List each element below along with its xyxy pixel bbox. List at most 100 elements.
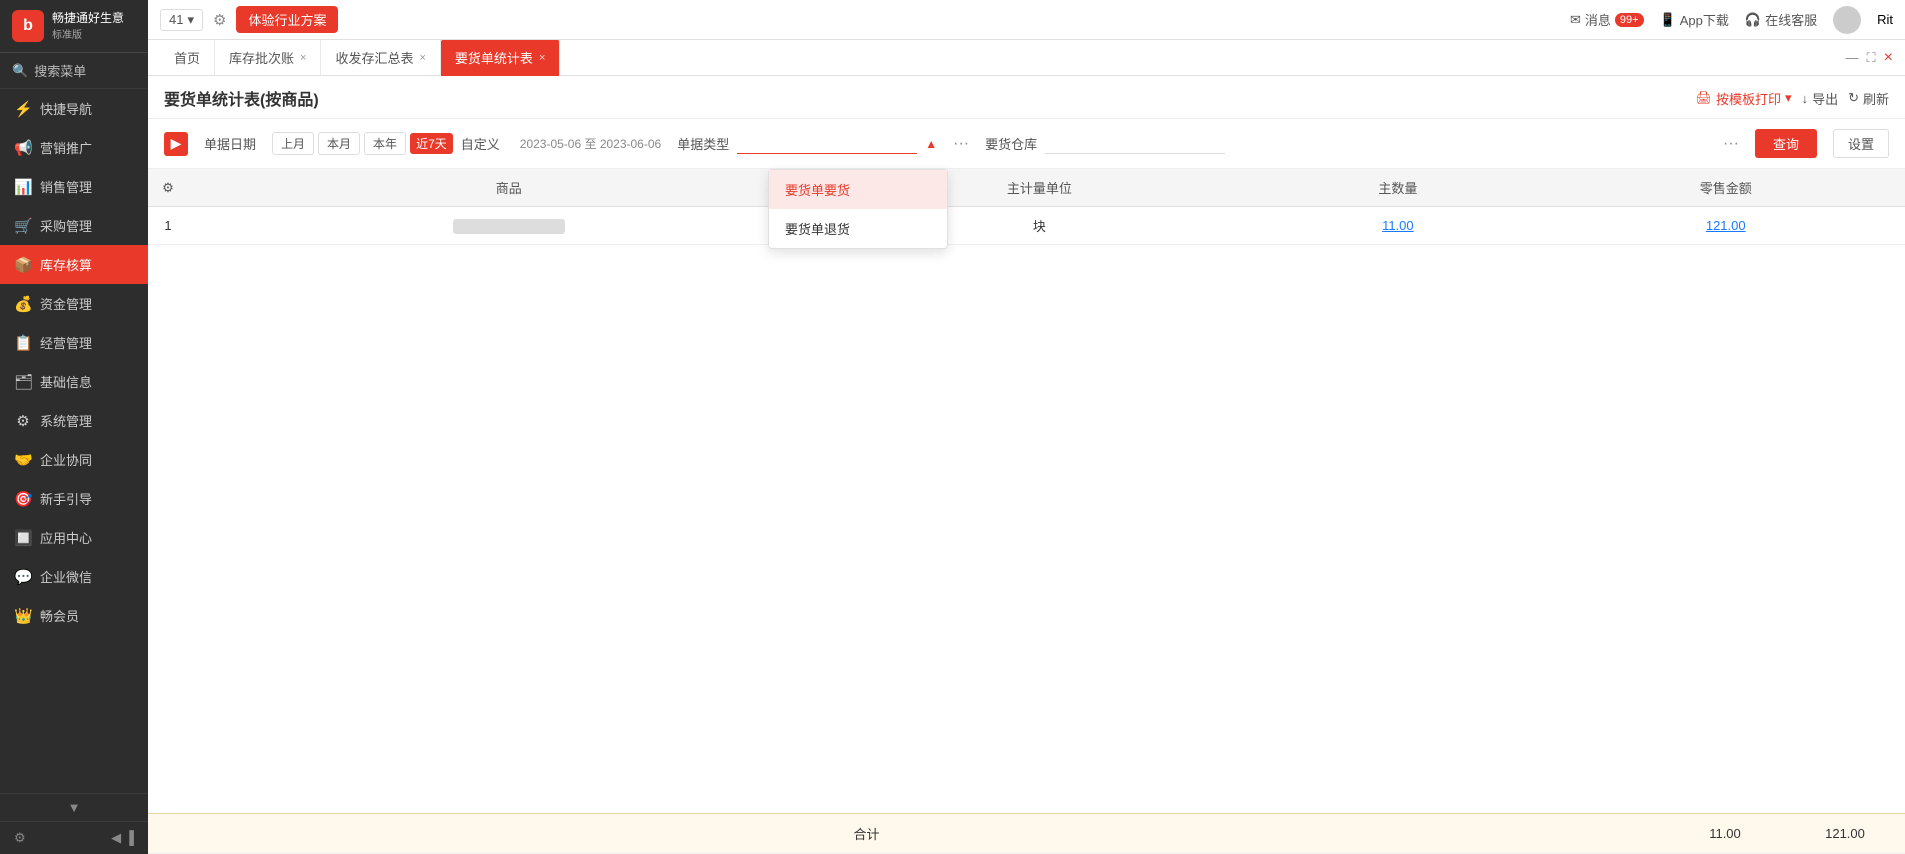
inventory-icon: 📦 bbox=[14, 256, 32, 274]
sidebar-item-marketing[interactable]: 📢 营销推广 bbox=[0, 128, 148, 167]
tab-collect-report[interactable]: 收发存汇总表 × bbox=[321, 40, 440, 76]
sidebar-item-basic[interactable]: 🗂 基础信息 bbox=[0, 362, 148, 401]
sidebar-item-guide[interactable]: 🎯 新手引导 bbox=[0, 479, 148, 518]
trial-button[interactable]: 体验行业方案 bbox=[236, 6, 338, 33]
window-controls: — ⛶ × bbox=[1846, 49, 1893, 67]
settings-button[interactable]: 设置 bbox=[1833, 129, 1889, 158]
app-download-button[interactable]: 📱 App下载 bbox=[1660, 10, 1729, 29]
col-settings[interactable]: ⚙ bbox=[148, 169, 188, 207]
data-table: ⚙ 商品 主计量单位 主数量 零售金额 1 商品名称 块 11.00 bbox=[148, 169, 1905, 245]
recent-7-days-badge[interactable]: 近7天 bbox=[410, 133, 453, 154]
maximize-icon[interactable]: ⛶ bbox=[1867, 50, 1876, 66]
summary-amount: 121.00 bbox=[1785, 814, 1905, 854]
col-product: 商品 bbox=[188, 169, 829, 207]
summary-spacer bbox=[148, 814, 188, 854]
col-amount: 零售金额 bbox=[1546, 169, 1905, 207]
avatar[interactable] bbox=[1833, 6, 1861, 34]
tab-order-stat[interactable]: 要货单统计表 × bbox=[441, 40, 560, 76]
dropdown-item-return[interactable]: 要货单退货 bbox=[769, 209, 947, 248]
messages-button[interactable]: ✉ 消息 99+ bbox=[1570, 10, 1644, 29]
page-header: 要货单统计表(按商品) 🖨 按模板打印 ▾ ↓ 导出 ↻ 刷新 bbox=[148, 76, 1905, 119]
print-icon: 🖨 bbox=[1696, 90, 1713, 106]
tab-home-label: 首页 bbox=[174, 48, 200, 67]
tabs-bar: 首页 库存批次账 × 收发存汇总表 × 要货单统计表 × — ⛶ × bbox=[148, 40, 1905, 76]
this-month-button[interactable]: 本月 bbox=[318, 132, 360, 155]
tab-home[interactable]: 首页 bbox=[160, 40, 215, 76]
sidebar-footer: ⚙ ◀ ▐ bbox=[0, 821, 148, 854]
enterprise-icon: 🤝 bbox=[14, 451, 32, 469]
summary-quantity: 11.00 bbox=[1665, 814, 1785, 854]
sidebar-nav: ⚡ 快捷导航 📢 营销推广 📊 销售管理 🛒 采购管理 📦 库存核算 💰 资金管… bbox=[0, 89, 148, 793]
col-quantity: 主数量 bbox=[1249, 169, 1546, 207]
export-button[interactable]: ↓ 导出 bbox=[1802, 89, 1839, 108]
warehouse-filter-input[interactable] bbox=[1045, 134, 1225, 154]
filter-toggle-button[interactable]: ▶ bbox=[164, 132, 188, 156]
sidebar-scroll-down[interactable]: ▼ bbox=[0, 793, 148, 821]
warehouse-filter-label: 要货仓库 bbox=[985, 134, 1037, 153]
sidebar-search[interactable]: 🔍 搜索菜单 bbox=[0, 53, 148, 89]
settings-icon[interactable]: ⚙ bbox=[14, 830, 26, 846]
type-filter-input[interactable] bbox=[737, 134, 917, 154]
sidebar-item-purchase[interactable]: 🛒 采购管理 bbox=[0, 206, 148, 245]
cell-amount[interactable]: 121.00 bbox=[1546, 207, 1905, 245]
more-filters-icon[interactable]: ··· bbox=[953, 135, 969, 153]
refresh-icon: ↻ bbox=[1848, 90, 1859, 106]
message-icon: ✉ bbox=[1570, 12, 1581, 28]
close-icon[interactable]: × bbox=[1884, 49, 1893, 67]
sidebar-item-sales[interactable]: 📊 销售管理 bbox=[0, 167, 148, 206]
sales-icon: 📊 bbox=[14, 178, 32, 196]
date-buttons: 上月 本月 本年 近7天 自定义 bbox=[272, 132, 500, 155]
sidebar-item-appstore[interactable]: 🔲 应用中心 bbox=[0, 518, 148, 557]
sidebar-item-label: 新手引导 bbox=[40, 489, 92, 508]
sidebar-item-wechat[interactable]: 💬 企业微信 bbox=[0, 557, 148, 596]
print-button[interactable]: 🖨 按模板打印 ▾ bbox=[1696, 89, 1792, 108]
system-icon: ⚙ bbox=[14, 412, 32, 430]
sidebar-item-system[interactable]: ⚙ 系统管理 bbox=[0, 401, 148, 440]
dropdown-item-order[interactable]: 要货单要货 bbox=[769, 170, 947, 209]
cell-quantity[interactable]: 11.00 bbox=[1249, 207, 1546, 245]
summary-table: 合计 11.00 121.00 bbox=[148, 813, 1905, 854]
tab-batch-account[interactable]: 库存批次账 × bbox=[215, 40, 321, 76]
headset-icon: 🎧 bbox=[1745, 12, 1761, 28]
sidebar-item-label: 基础信息 bbox=[40, 372, 92, 391]
summary-label: 合计 bbox=[188, 814, 1545, 854]
purchase-icon: 🛒 bbox=[14, 217, 32, 235]
sidebar-item-operation[interactable]: 📋 经营管理 bbox=[0, 323, 148, 362]
warehouse-filter-group: 要货仓库 bbox=[985, 134, 1225, 154]
cell-seq: 1 bbox=[148, 207, 188, 245]
sidebar-item-label: 经营管理 bbox=[40, 333, 92, 352]
cell-product: 商品名称 bbox=[188, 207, 829, 245]
sidebar-item-enterprise[interactable]: 🤝 企业协同 bbox=[0, 440, 148, 479]
messages-label: 消息 bbox=[1585, 10, 1611, 29]
topbar-gear-icon[interactable]: ⚙ bbox=[213, 11, 226, 29]
sidebar-item-label: 畅会员 bbox=[40, 606, 79, 625]
collapse-icon[interactable]: ◀ ▐ bbox=[111, 830, 134, 846]
messages-badge: 99+ bbox=[1615, 13, 1644, 27]
custom-date-button[interactable]: 自定义 bbox=[461, 134, 500, 153]
sidebar-item-label: 快捷导航 bbox=[40, 99, 92, 118]
brand-sub: 标准版 bbox=[52, 26, 124, 41]
tab-batch-account-close[interactable]: × bbox=[300, 52, 306, 64]
query-button[interactable]: 查询 bbox=[1755, 129, 1817, 158]
sidebar-item-finance[interactable]: 💰 资金管理 bbox=[0, 284, 148, 323]
refresh-button[interactable]: ↻ 刷新 bbox=[1848, 89, 1889, 108]
sidebar-item-quick-nav[interactable]: ⚡ 快捷导航 bbox=[0, 89, 148, 128]
last-month-button[interactable]: 上月 bbox=[272, 132, 314, 155]
date-range-display: 2023-05-06 至 2023-06-06 bbox=[520, 135, 661, 152]
appstore-icon: 🔲 bbox=[14, 529, 32, 547]
minimize-icon[interactable]: — bbox=[1846, 50, 1859, 65]
sidebar-item-vip[interactable]: 👑 畅会员 bbox=[0, 596, 148, 635]
sidebar-item-inventory[interactable]: 📦 库存核算 bbox=[0, 245, 148, 284]
table-row: 1 商品名称 块 11.00 121.00 bbox=[148, 207, 1905, 245]
this-year-button[interactable]: 本年 bbox=[364, 132, 406, 155]
print-dropdown-icon: ▾ bbox=[1785, 90, 1792, 106]
brand-name: 畅捷通好生意 bbox=[52, 11, 124, 27]
store-selector[interactable]: 41 ▾ bbox=[160, 9, 203, 31]
tab-collect-report-close[interactable]: × bbox=[419, 52, 425, 64]
warehouse-more-icon[interactable]: ··· bbox=[1723, 135, 1739, 153]
tab-order-stat-close[interactable]: × bbox=[539, 52, 545, 64]
sidebar-item-label: 营销推广 bbox=[40, 138, 92, 157]
online-service-button[interactable]: 🎧 在线客服 bbox=[1745, 10, 1817, 29]
finance-icon: 💰 bbox=[14, 295, 32, 313]
type-dropdown-up-icon[interactable]: ▲ bbox=[925, 137, 937, 151]
